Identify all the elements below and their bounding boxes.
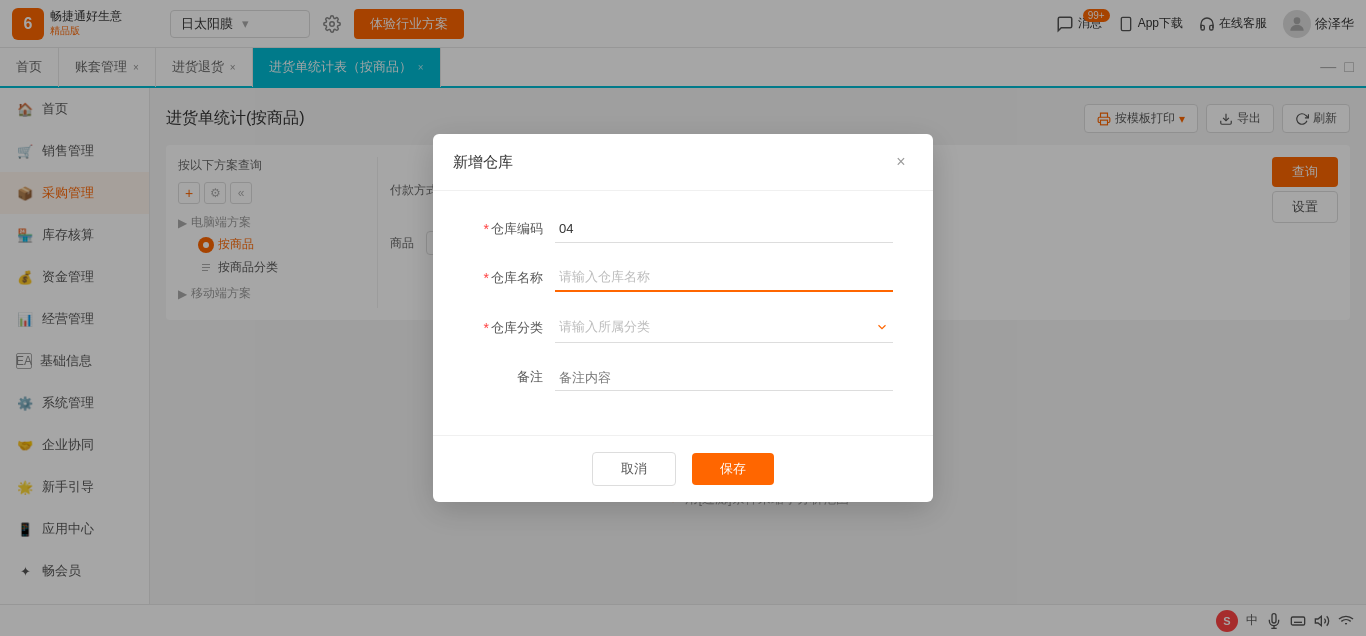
code-label: * 仓库编码 <box>473 220 543 238</box>
dialog-body: * 仓库编码 * 仓库名称 * 仓库分类 请输入所属 <box>433 191 933 435</box>
code-input[interactable] <box>555 215 893 243</box>
remark-input[interactable] <box>555 363 893 391</box>
form-row-name: * 仓库名称 <box>473 263 893 292</box>
required-star-category: * <box>484 320 489 336</box>
category-dropdown-icon <box>875 320 889 334</box>
form-row-remark: 备注 <box>473 363 893 391</box>
dialog-title: 新增仓库 <box>453 153 513 172</box>
required-star-name: * <box>484 270 489 286</box>
category-select[interactable]: 请输入所属分类 <box>555 312 893 343</box>
new-warehouse-dialog: 新增仓库 × * 仓库编码 * 仓库名称 <box>433 134 933 502</box>
form-row-code: * 仓库编码 <box>473 215 893 243</box>
dialog-close-btn[interactable]: × <box>889 150 913 174</box>
modal-overlay[interactable]: 新增仓库 × * 仓库编码 * 仓库名称 <box>0 0 1366 636</box>
dialog-footer: 取消 保存 <box>433 435 933 502</box>
remark-label: 备注 <box>473 368 543 386</box>
save-button[interactable]: 保存 <box>692 453 774 485</box>
category-label: * 仓库分类 <box>473 319 543 337</box>
required-star-code: * <box>484 221 489 237</box>
dialog-header: 新增仓库 × <box>433 134 933 191</box>
name-input[interactable] <box>555 263 893 292</box>
name-label: * 仓库名称 <box>473 269 543 287</box>
form-row-category: * 仓库分类 请输入所属分类 <box>473 312 893 343</box>
cancel-button[interactable]: 取消 <box>592 452 676 486</box>
